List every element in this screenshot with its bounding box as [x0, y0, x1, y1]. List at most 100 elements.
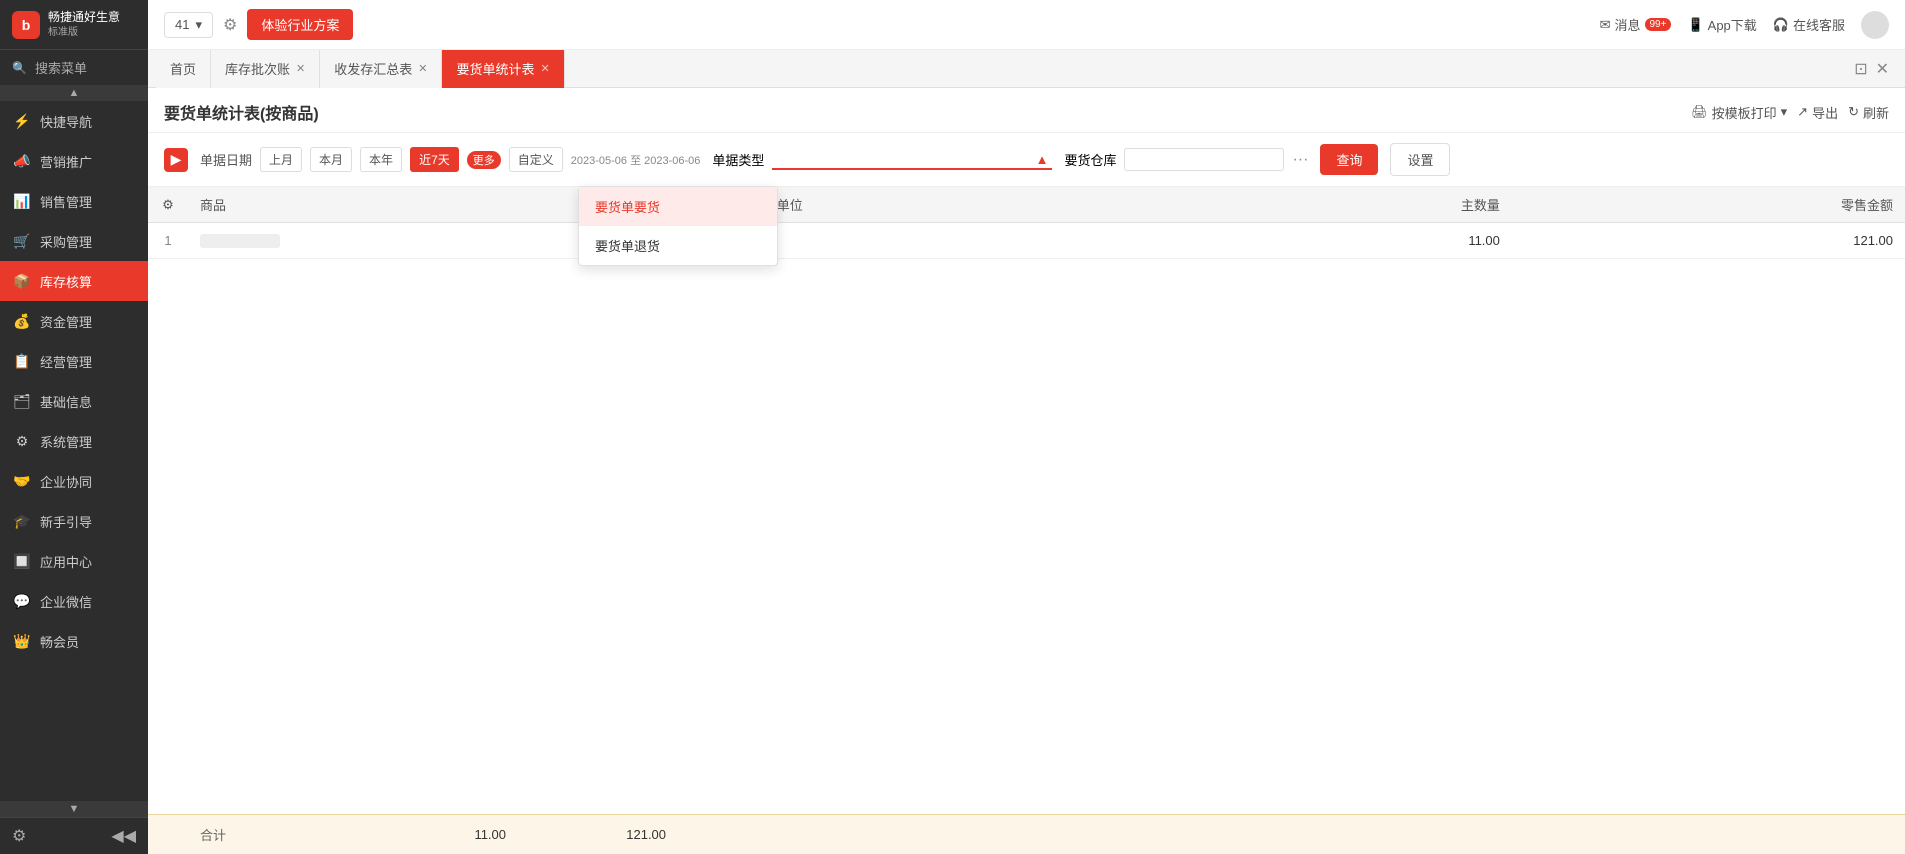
app-download-btn[interactable]: 📱 App下载 — [1687, 15, 1756, 34]
refresh-btn[interactable]: ↻ 刷新 — [1848, 103, 1889, 122]
table-footer: 合计 11.00 121.00 — [148, 814, 1905, 854]
sidebar-item-label: 资金管理 — [40, 312, 92, 331]
col-settings-header[interactable]: ⚙ — [148, 187, 188, 223]
print-btn[interactable]: 🖨 按模板打印 ▾ — [1691, 103, 1787, 122]
topbar-gear-icon[interactable]: ⚙ — [223, 15, 237, 35]
sidebar-item-label: 销售管理 — [40, 192, 92, 211]
footer-qty: 11.00 — [426, 827, 506, 842]
settings-icon[interactable]: ⚙ — [12, 826, 26, 846]
sales-icon: 📊 — [12, 191, 32, 211]
refresh-icon: ↻ — [1848, 104, 1859, 120]
sidebar-item-label: 采购管理 — [40, 232, 92, 251]
enterprise-icon: 🤝 — [12, 471, 32, 491]
date-this-year-btn[interactable]: 本年 — [360, 147, 402, 172]
warehouse-label: 要货仓库 — [1064, 150, 1116, 169]
messages-btn[interactable]: ✉ 消息 99+ — [1600, 15, 1672, 34]
print-arrow-icon: ▾ — [1781, 104, 1788, 120]
tab-actions: ⊡ ✕ — [1854, 59, 1897, 79]
collapse-icon[interactable]: ◀◀ — [111, 826, 136, 846]
sidebar-item-system[interactable]: ⚙系统管理 — [0, 421, 148, 461]
tab-close-order-stat[interactable]: ✕ — [541, 62, 550, 75]
sidebar-item-label: 基础信息 — [40, 392, 92, 411]
dropdown-item-order-goods[interactable]: 要货单要货 — [579, 187, 777, 226]
date-this-month-btn[interactable]: 本月 — [310, 147, 352, 172]
sidebar-item-label: 应用中心 — [40, 552, 92, 571]
industry-btn[interactable]: 体验行业方案 — [247, 9, 353, 40]
sidebar-item-inventory[interactable]: 📦 库存核算 — [0, 261, 148, 301]
inventory-icon: 📦 — [12, 271, 32, 291]
online-service-btn[interactable]: 🎧 在线客服 — [1773, 15, 1845, 34]
wechat-icon: 💬 — [12, 591, 32, 611]
company-selector[interactable]: 41 ▾ — [164, 12, 213, 38]
app-title: 畅捷通好生意 标准版 — [48, 10, 120, 39]
sidebar-nav: ⚡快捷导航📣营销推广 📊 销售管理 🛒 采购管理 📦 库存核算 💰资金管理📋经营管理🗂基础信息… — [0, 101, 148, 801]
tab-inventory-batch[interactable]: 库存批次账 ✕ — [211, 50, 320, 88]
sidebar-item-finance[interactable]: 💰资金管理 — [0, 301, 148, 341]
filter-more-icon[interactable]: ··· — [1292, 151, 1308, 169]
sidebar-item-enterprise[interactable]: 🤝 企业协同 — [0, 461, 148, 501]
row-unit: 块 — [726, 223, 1186, 259]
col-amount-header: 零售金额 — [1512, 187, 1905, 223]
sidebar-item-label: 快捷导航 — [40, 112, 92, 131]
date-last-month-btn[interactable]: 上月 — [260, 147, 302, 172]
appstore-icon: 🔲 — [12, 551, 32, 571]
chevron-down-icon: ▾ — [195, 17, 202, 33]
sidebar-item-operations[interactable]: 📋经营管理 — [0, 341, 148, 381]
printer-icon: 🖨 — [1691, 104, 1708, 120]
row-qty: 11.00 — [1186, 223, 1512, 259]
page-content: 要货单统计表(按商品) 🖨 按模板打印 ▾ ↗ 导出 ↻ 刷新 ▶ — [148, 88, 1905, 814]
type-filter-group: 单据类型 ▲ — [712, 149, 1052, 170]
sidebar-header: b 畅捷通好生意 标准版 — [0, 0, 148, 50]
date-more-badge[interactable]: 更多 — [467, 151, 501, 169]
sidebar-item-purchase[interactable]: 🛒 采购管理 — [0, 221, 148, 261]
filter-toggle-btn[interactable]: ▶ — [164, 148, 188, 172]
page-title: 要货单统计表(按商品) — [164, 100, 319, 124]
tab-close-all-icon[interactable]: ✕ — [1876, 59, 1889, 79]
scroll-down-btn[interactable]: ▼ — [0, 801, 148, 817]
dropdown-item-order-return[interactable]: 要货单退货 — [579, 226, 777, 265]
tab-maximize-icon[interactable]: ⊡ — [1854, 59, 1867, 79]
sidebar-item-label: 企业协同 — [40, 472, 92, 491]
type-select-arrow-icon[interactable]: ▲ — [1036, 152, 1049, 167]
sidebar-item-label: 企业微信 — [40, 592, 92, 611]
search-menu[interactable]: 🔍 搜索菜单 — [0, 50, 148, 85]
sidebar-item-wechat[interactable]: 💬 企业微信 — [0, 581, 148, 621]
table-row: 1 块 11.00 121.00 — [148, 223, 1905, 259]
tab-order-stat[interactable]: 要货单统计表 ✕ — [442, 50, 564, 88]
warehouse-input[interactable] — [1124, 148, 1284, 171]
main-area: 41 ▾ ⚙ 体验行业方案 ✉ 消息 99+ 📱 App下载 🎧 在线客服 — [148, 0, 1905, 854]
sidebar-item-label: 系统管理 — [40, 432, 92, 451]
col-settings-icon[interactable]: ⚙ — [162, 197, 174, 212]
export-btn[interactable]: ↗ 导出 — [1797, 103, 1838, 122]
sidebar-item-vip[interactable]: 👑 畅会员 — [0, 621, 148, 661]
settings-btn[interactable]: 设置 — [1390, 143, 1450, 176]
tab-home[interactable]: 首页 — [156, 50, 211, 88]
tab-close-inventory-batch[interactable]: ✕ — [296, 62, 305, 75]
sidebar-item-label: 畅会员 — [40, 632, 79, 651]
sidebar-item-label: 库存核算 — [40, 272, 92, 291]
search-icon: 🔍 — [12, 61, 27, 75]
topbar-right: ✉ 消息 99+ 📱 App下载 🎧 在线客服 — [1600, 11, 1889, 39]
tabs-bar: 首页 库存批次账 ✕ 收发存汇总表 ✕ 要货单统计表 ✕ ⊡ ✕ — [148, 50, 1905, 88]
vip-icon: 👑 — [12, 631, 32, 651]
sidebar-item-appstore[interactable]: 🔲 应用中心 — [0, 541, 148, 581]
query-btn[interactable]: 查询 — [1320, 144, 1378, 175]
date-label: 单据日期 — [200, 150, 252, 169]
sidebar-item-sales[interactable]: 📊 销售管理 — [0, 181, 148, 221]
headset-icon: 🎧 — [1773, 17, 1789, 33]
date-custom-btn[interactable]: 自定义 — [509, 147, 563, 172]
sidebar-item-quick_nav[interactable]: ⚡快捷导航 — [0, 101, 148, 141]
tab-recv-summary[interactable]: 收发存汇总表 ✕ — [320, 50, 442, 88]
sidebar: b 畅捷通好生意 标准版 🔍 搜索菜单 ▲ ⚡快捷导航📣营销推广 📊 销售管理 🛒 采购… — [0, 0, 148, 854]
scroll-up-btn[interactable]: ▲ — [0, 85, 148, 101]
purchase-icon: 🛒 — [12, 231, 32, 251]
sidebar-item-guide[interactable]: 🎓新手引导 — [0, 501, 148, 541]
table-area: ⚙ 商品 主计量单位 主数量 零售金额 1 块 — [148, 187, 1905, 259]
date-last-7-days-btn[interactable]: 近7天 — [410, 147, 459, 172]
sidebar-item-basic[interactable]: 🗂基础信息 — [0, 381, 148, 421]
phone-icon: 📱 — [1687, 17, 1703, 33]
user-avatar[interactable] — [1861, 11, 1889, 39]
tab-close-recv-summary[interactable]: ✕ — [418, 62, 427, 75]
sidebar-item-marketing[interactable]: 📣营销推广 — [0, 141, 148, 181]
type-select-input[interactable] — [772, 149, 1052, 170]
